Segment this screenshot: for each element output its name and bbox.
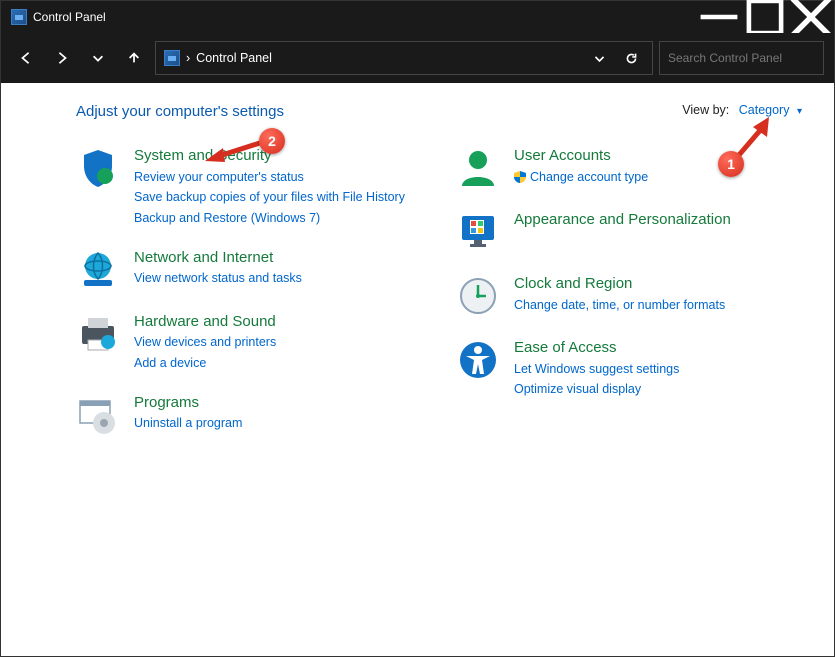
- address-dropdown[interactable]: [586, 52, 612, 65]
- category-title[interactable]: Appearance and Personalization: [514, 210, 731, 230]
- category-title[interactable]: User Accounts: [514, 146, 648, 166]
- category-link[interactable]: Optimize visual display: [514, 380, 679, 399]
- category-link[interactable]: View network status and tasks: [134, 269, 302, 288]
- category-link[interactable]: Uninstall a program: [134, 414, 242, 433]
- maximize-button[interactable]: [742, 1, 788, 33]
- refresh-button[interactable]: [618, 52, 644, 65]
- category-programs: Programs Uninstall a program: [76, 393, 426, 437]
- view-by-label: View by:: [682, 103, 729, 117]
- category-link[interactable]: Change account type: [514, 168, 648, 187]
- minimize-button[interactable]: [696, 1, 742, 33]
- category-link[interactable]: Let Windows suggest settings: [514, 360, 679, 379]
- category-appearance-personalization: Appearance and Personalization: [456, 210, 806, 254]
- category-link[interactable]: Backup and Restore (Windows 7): [134, 209, 405, 228]
- breadcrumb-separator: ›: [186, 51, 190, 65]
- navbar: › Control Panel: [1, 33, 834, 83]
- left-column: System and Security Review your computer…: [76, 146, 426, 437]
- annotation-badge-1: 1: [718, 151, 744, 177]
- searchbox[interactable]: [659, 41, 824, 75]
- category-title[interactable]: Hardware and Sound: [134, 312, 276, 332]
- globe-icon: [76, 248, 120, 292]
- monitor-icon: [456, 210, 500, 254]
- uac-shield-icon: [514, 171, 526, 183]
- category-link[interactable]: View devices and printers: [134, 333, 276, 352]
- category-title[interactable]: Programs: [134, 393, 242, 413]
- back-button[interactable]: [11, 42, 41, 74]
- close-button[interactable]: [788, 1, 834, 33]
- breadcrumb-location[interactable]: Control Panel: [196, 51, 272, 65]
- category-link[interactable]: Add a device: [134, 354, 276, 373]
- category-link[interactable]: Save backup copies of your files with Fi…: [134, 188, 405, 207]
- category-link[interactable]: Change date, time, or number formats: [514, 296, 725, 315]
- up-button[interactable]: [119, 42, 149, 74]
- category-title[interactable]: Ease of Access: [514, 338, 679, 358]
- content-area: Adjust your computer's settings View by:…: [1, 83, 834, 656]
- control-panel-icon: [164, 50, 180, 66]
- annotation-badge-2: 2: [259, 128, 285, 154]
- search-input[interactable]: [668, 51, 823, 65]
- window-title: Control Panel: [33, 10, 106, 24]
- recent-dropdown[interactable]: [83, 42, 113, 74]
- category-link[interactable]: Review your computer's status: [134, 168, 405, 187]
- category-columns: System and Security Review your computer…: [76, 146, 806, 437]
- category-title[interactable]: Network and Internet: [134, 248, 302, 268]
- addressbar[interactable]: › Control Panel: [155, 41, 653, 75]
- category-system-security: System and Security Review your computer…: [76, 146, 426, 228]
- view-by-control[interactable]: View by: Category ▾: [682, 103, 802, 117]
- programs-icon: [76, 393, 120, 437]
- control-panel-window: Control Panel › Control Panel: [0, 0, 835, 657]
- category-hardware-sound: Hardware and Sound View devices and prin…: [76, 312, 426, 373]
- printer-icon: [76, 312, 120, 356]
- category-network-internet: Network and Internet View network status…: [76, 248, 426, 292]
- chevron-down-icon: ▾: [797, 106, 802, 117]
- clock-icon: [456, 274, 500, 318]
- user-icon: [456, 146, 500, 190]
- category-clock-region: Clock and Region Change date, time, or n…: [456, 274, 806, 318]
- shield-icon: [76, 146, 120, 190]
- right-column: User Accounts Change account type: [456, 146, 806, 437]
- category-title[interactable]: Clock and Region: [514, 274, 725, 294]
- titlebar: Control Panel: [1, 1, 834, 33]
- accessibility-icon: [456, 338, 500, 382]
- category-user-accounts: User Accounts Change account type: [456, 146, 806, 190]
- category-ease-of-access: Ease of Access Let Windows suggest setti…: [456, 338, 806, 399]
- control-panel-icon: [11, 9, 27, 25]
- forward-button[interactable]: [47, 42, 77, 74]
- view-by-value[interactable]: Category: [739, 103, 790, 117]
